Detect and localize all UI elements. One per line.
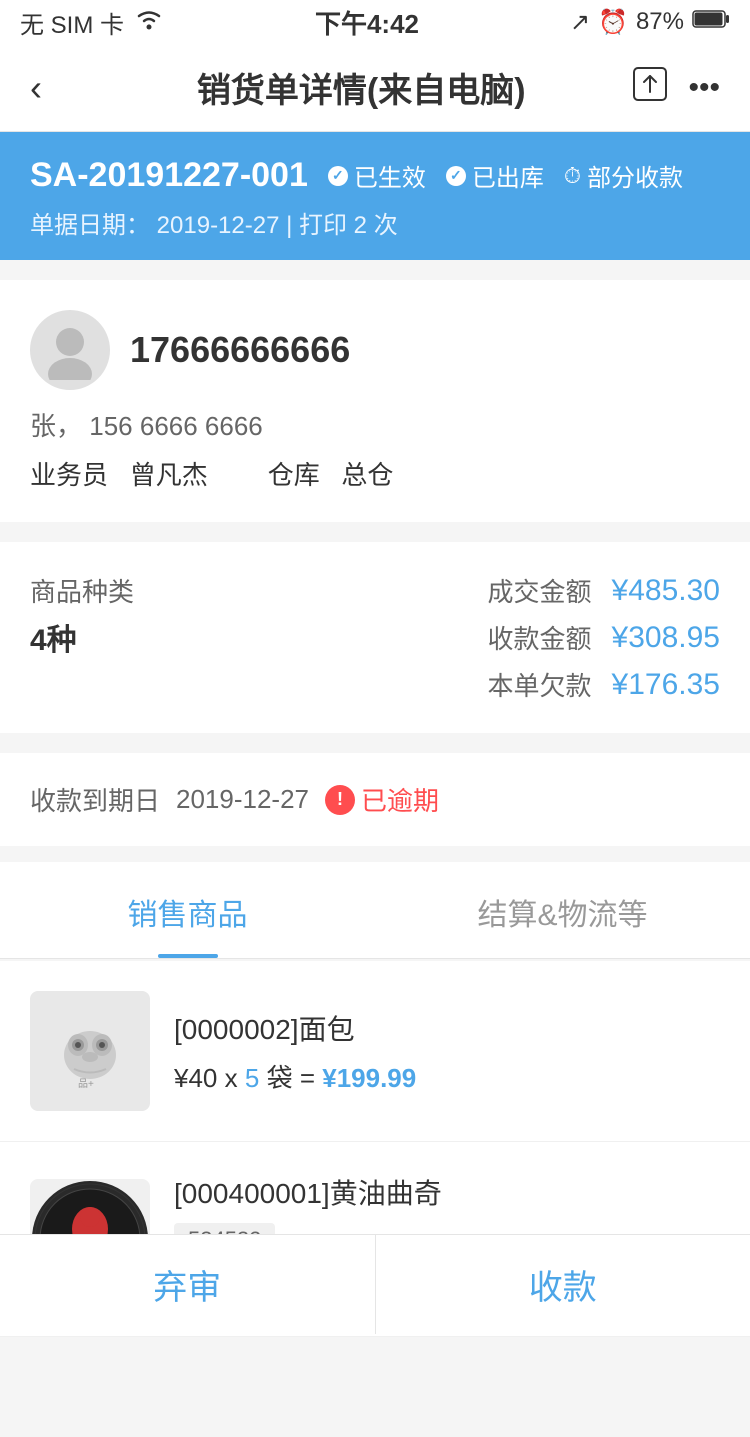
cancel-button[interactable]: 弃审 (0, 1235, 376, 1334)
date-label: 单据日期： (30, 212, 150, 239)
product-types-label: 商品种类 (30, 572, 134, 609)
summary-section: 商品种类 4种 成交金额 ¥485.30 收款金额 ¥308.95 本单欠款 ¥… (0, 542, 750, 733)
customer-phone: 17666666666 (130, 329, 350, 371)
customer-section: 17666666666 张， 156 6666 6666 业务员 曾凡杰 仓库 … (0, 280, 750, 522)
tab-sales-products[interactable]: 销售商品 (0, 862, 375, 958)
warehouse-name: 总仓 (341, 460, 393, 490)
order-date-row: 单据日期： 2019-12-27 | 打印 2 次 (30, 205, 720, 240)
overdue-text: 已逾期 (361, 781, 439, 818)
alarm-icon: ⏰ (598, 8, 628, 37)
product-name-1: [0000002]面包 (174, 1008, 720, 1048)
tabs-container: 销售商品 结算&物流等 (0, 862, 750, 959)
warehouse-info: 仓库 总仓 (268, 455, 394, 492)
status-right: ↗ ⏰ 87% (570, 8, 730, 37)
due-date-label: 收款到期日 (30, 781, 160, 818)
bottom-bar: 弃审 收款 (0, 1234, 750, 1334)
received-amount-row: 收款金额 ¥308.95 (488, 619, 720, 656)
sim-status: 无 SIM 卡 (20, 5, 124, 40)
status-effective: 已生效 (328, 158, 426, 193)
list-item: 品+ [0000002]面包 ¥40 x 5 袋 = ¥199.99 (0, 961, 750, 1142)
received-amount-label: 收款金额 (488, 619, 592, 656)
wifi-icon (134, 8, 164, 37)
status-bar: 无 SIM 卡 下午4:42 ↗ ⏰ 87% (0, 0, 750, 44)
status-left: 无 SIM 卡 (20, 5, 164, 40)
sales-label: 业务员 (30, 460, 108, 490)
status-partial: ⏱ 部分收款 (564, 158, 683, 193)
product-price-1: ¥40 x 5 袋 = ¥199.99 (174, 1058, 720, 1095)
order-header: SA-20191227-001 已生效 已出库 ⏱ 部分收款 单据日期： 201… (0, 132, 750, 260)
nav-bar: ‹ 销货单详情(来自电脑) ••• (0, 44, 750, 132)
avatar (30, 310, 110, 390)
share-icon[interactable] (632, 66, 668, 110)
battery-icon (692, 8, 730, 36)
product-image-1: 品+ (30, 991, 150, 1111)
nav-actions: ••• (632, 66, 720, 110)
svg-text:品+: 品+ (78, 1078, 94, 1090)
print-info: | 打印 2 次 (286, 212, 398, 239)
check-icon-effective (328, 166, 348, 186)
page-title: 销货单详情(来自电脑) (197, 63, 526, 112)
due-date-value: 2019-12-27 (176, 784, 309, 815)
unit-1: 袋 (267, 1063, 293, 1093)
order-id: SA-20191227-001 (30, 156, 308, 195)
order-date: 2019-12-27 (157, 212, 280, 239)
deal-amount-label: 成交金额 (488, 572, 592, 609)
check-icon-shipped (446, 166, 466, 186)
back-button[interactable]: ‹ (30, 67, 90, 109)
product-types: 商品种类 4种 (30, 572, 134, 703)
product-info-1: [0000002]面包 ¥40 x 5 袋 = ¥199.99 (174, 1008, 720, 1095)
product-types-value: 4种 (30, 615, 134, 659)
customer-name: 张， 156 6666 6666 (30, 406, 720, 443)
clock-icon: ⏱ (564, 163, 581, 189)
battery-level: 87% (636, 8, 684, 36)
due-section: 收款到期日 2019-12-27 ! 已逾期 (0, 753, 750, 846)
sales-info: 业务员 曾凡杰 (30, 455, 208, 492)
product-name-2: [000400001]黄油曲奇 (174, 1172, 720, 1212)
overdue-badge: ! 已逾期 (325, 781, 439, 818)
qty-1: 5 (245, 1063, 259, 1093)
total-1: ¥199.99 (322, 1063, 416, 1093)
debt-amount-value: ¥176.35 (612, 668, 720, 702)
amounts: 成交金额 ¥485.30 收款金额 ¥308.95 本单欠款 ¥176.35 (488, 572, 720, 703)
sales-name: 曾凡杰 (130, 460, 208, 490)
overdue-icon: ! (325, 785, 355, 815)
status-shipped: 已出库 (446, 158, 544, 193)
warehouse-label: 仓库 (268, 460, 320, 490)
debt-amount-label: 本单欠款 (488, 666, 592, 703)
status-time: 下午4:42 (315, 4, 419, 41)
deal-amount-value: ¥485.30 (612, 574, 720, 608)
location-icon: ↗ (570, 8, 590, 37)
deal-amount-row: 成交金额 ¥485.30 (488, 572, 720, 609)
tab-settlement[interactable]: 结算&物流等 (375, 862, 750, 958)
unit-price-1: ¥40 (174, 1063, 217, 1093)
confirm-button[interactable]: 收款 (376, 1235, 750, 1334)
more-icon[interactable]: ••• (688, 71, 720, 105)
received-amount-value: ¥308.95 (612, 621, 720, 655)
debt-amount-row: 本单欠款 ¥176.35 (488, 666, 720, 703)
customer-meta: 业务员 曾凡杰 仓库 总仓 (30, 455, 720, 492)
